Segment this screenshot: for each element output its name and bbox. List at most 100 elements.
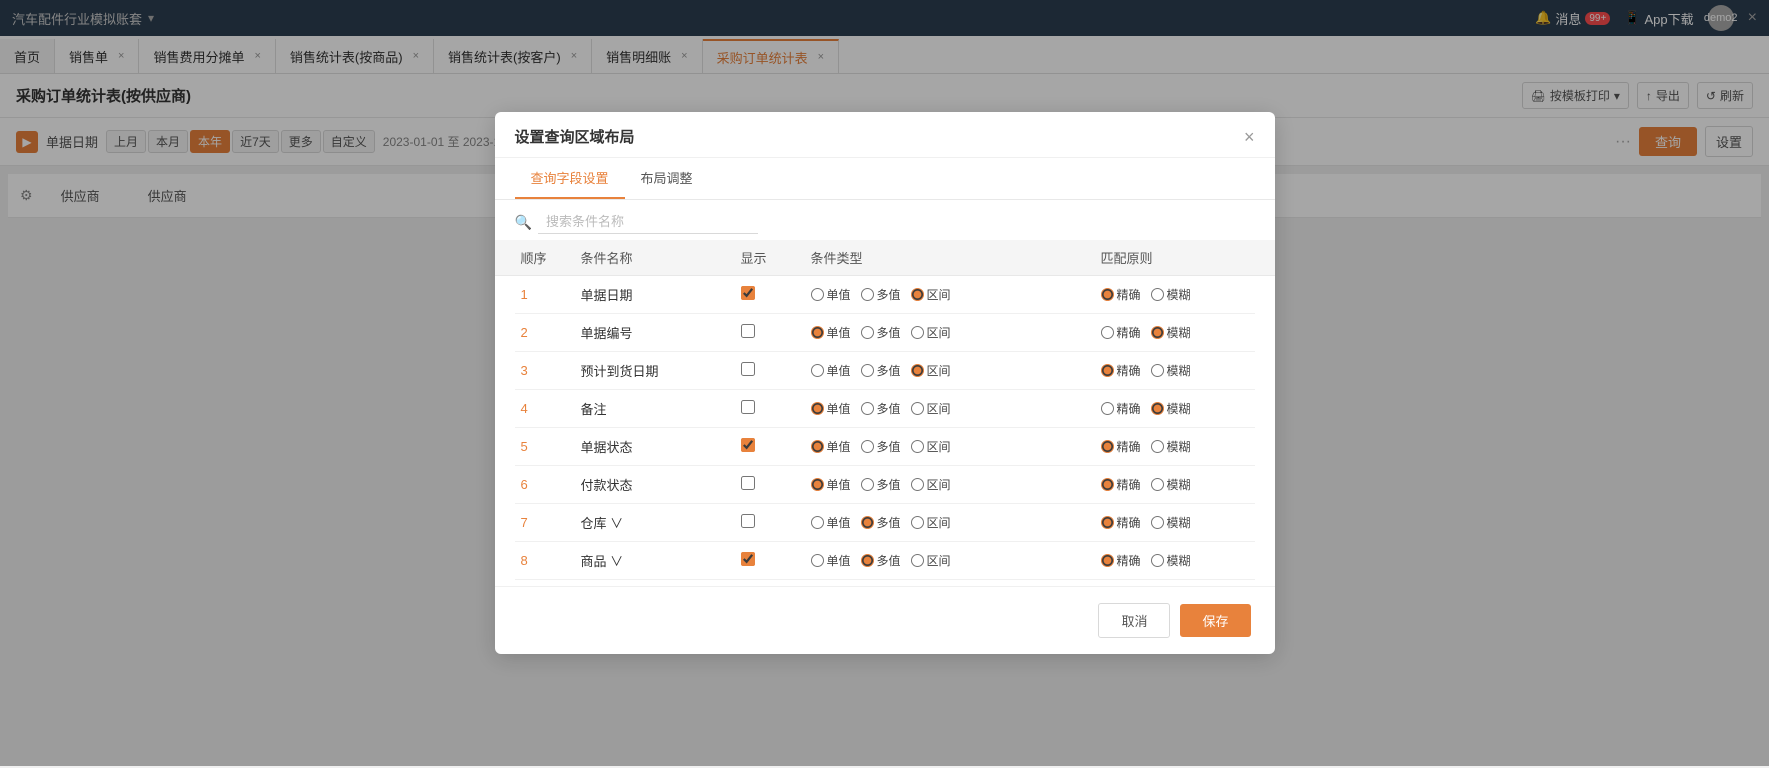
cell-order: 6 <box>515 471 575 498</box>
cell-display[interactable] <box>735 318 805 347</box>
radio-match-fuzzy[interactable]: 模糊 <box>1151 324 1191 341</box>
cell-name: 仓库 ∨ <box>575 507 735 538</box>
display-checkbox[interactable] <box>741 286 755 300</box>
radio-match-exact[interactable]: 精确 <box>1101 324 1141 341</box>
table-row: 4备注单值多值区间精确模糊 <box>515 390 1255 428</box>
cell-order: 2 <box>515 319 575 346</box>
cell-order: 3 <box>515 357 575 384</box>
cell-type: 单值多值区间 <box>805 432 1095 461</box>
radio-type-range[interactable]: 区间 <box>911 362 951 379</box>
table-row: 8商品 ∨单值多值区间精确模糊 <box>515 542 1255 580</box>
modal-search-bar: 🔍 <box>495 200 1275 240</box>
radio-match-fuzzy[interactable]: 模糊 <box>1151 286 1191 303</box>
radio-type-range[interactable]: 区间 <box>911 324 951 341</box>
radio-type-single[interactable]: 单值 <box>811 286 851 303</box>
radio-match-fuzzy[interactable]: 模糊 <box>1151 476 1191 493</box>
table-row: 1单据日期单值多值区间精确模糊 <box>515 276 1255 314</box>
display-checkbox[interactable] <box>741 438 755 452</box>
search-icon: 🔍 <box>515 214 532 231</box>
cell-match: 精确模糊 <box>1095 280 1255 309</box>
modal-table-header: 顺序 条件名称 显示 条件类型 匹配原则 <box>495 240 1275 276</box>
radio-type-single[interactable]: 单值 <box>811 514 851 531</box>
cell-display[interactable] <box>735 394 805 423</box>
display-checkbox[interactable] <box>741 362 755 376</box>
cell-display[interactable] <box>735 280 805 309</box>
modal-dialog: 设置查询区域布局 × 查询字段设置 布局调整 🔍 顺序 条件名称 显示 条件类型… <box>495 112 1275 654</box>
modal-tab-query-fields[interactable]: 查询字段设置 <box>515 158 625 199</box>
cell-name: 单据编号 <box>575 317 735 348</box>
cell-type: 单值多值区间 <box>805 394 1095 423</box>
modal-header: 设置查询区域布局 × <box>495 112 1275 158</box>
radio-type-multi[interactable]: 多值 <box>861 362 901 379</box>
cell-display[interactable] <box>735 356 805 385</box>
cell-display[interactable] <box>735 546 805 575</box>
radio-type-multi[interactable]: 多值 <box>861 552 901 569</box>
cell-order: 8 <box>515 547 575 574</box>
cell-type: 单值多值区间 <box>805 546 1095 575</box>
radio-type-single[interactable]: 单值 <box>811 362 851 379</box>
radio-match-exact[interactable]: 精确 <box>1101 438 1141 455</box>
cell-display[interactable] <box>735 508 805 537</box>
radio-match-fuzzy[interactable]: 模糊 <box>1151 514 1191 531</box>
cell-display[interactable] <box>735 432 805 461</box>
radio-type-single[interactable]: 单值 <box>811 552 851 569</box>
radio-type-multi[interactable]: 多值 <box>861 514 901 531</box>
radio-match-exact[interactable]: 精确 <box>1101 552 1141 569</box>
save-button[interactable]: 保存 <box>1180 604 1250 637</box>
cell-display[interactable] <box>735 470 805 499</box>
cell-type: 单值多值区间 <box>805 318 1095 347</box>
radio-match-fuzzy[interactable]: 模糊 <box>1151 362 1191 379</box>
search-input[interactable] <box>538 210 758 234</box>
cell-order: 4 <box>515 395 575 422</box>
cell-match: 精确模糊 <box>1095 508 1255 537</box>
modal-overlay: 设置查询区域布局 × 查询字段设置 布局调整 🔍 顺序 条件名称 显示 条件类型… <box>0 0 1769 766</box>
radio-type-multi[interactable]: 多值 <box>861 400 901 417</box>
col-header-display: 显示 <box>735 240 805 275</box>
radio-type-single[interactable]: 单值 <box>811 438 851 455</box>
cancel-button[interactable]: 取消 <box>1098 603 1170 638</box>
display-checkbox[interactable] <box>741 552 755 566</box>
col-header-match: 匹配原则 <box>1095 240 1255 275</box>
radio-type-multi[interactable]: 多值 <box>861 324 901 341</box>
radio-type-range[interactable]: 区间 <box>911 476 951 493</box>
modal-footer: 取消 保存 <box>495 586 1275 654</box>
col-header-type: 条件类型 <box>805 240 1095 275</box>
col-header-order: 顺序 <box>515 240 575 275</box>
radio-type-range[interactable]: 区间 <box>911 400 951 417</box>
cell-name: 付款状态 <box>575 469 735 500</box>
modal-tabs: 查询字段设置 布局调整 <box>495 158 1275 200</box>
display-checkbox[interactable] <box>741 476 755 490</box>
cell-order: 5 <box>515 433 575 460</box>
cell-match: 精确模糊 <box>1095 546 1255 575</box>
display-checkbox[interactable] <box>741 400 755 414</box>
radio-type-single[interactable]: 单值 <box>811 324 851 341</box>
modal-close-button[interactable]: × <box>1244 128 1255 146</box>
radio-match-exact[interactable]: 精确 <box>1101 476 1141 493</box>
radio-type-range[interactable]: 区间 <box>911 552 951 569</box>
cell-name: 单据状态 <box>575 431 735 462</box>
cell-type: 单值多值区间 <box>805 356 1095 385</box>
radio-type-single[interactable]: 单值 <box>811 476 851 493</box>
radio-match-fuzzy[interactable]: 模糊 <box>1151 400 1191 417</box>
radio-match-exact[interactable]: 精确 <box>1101 514 1141 531</box>
radio-type-single[interactable]: 单值 <box>811 400 851 417</box>
display-checkbox[interactable] <box>741 514 755 528</box>
cell-match: 精确模糊 <box>1095 470 1255 499</box>
radio-match-exact[interactable]: 精确 <box>1101 362 1141 379</box>
modal-tab-layout[interactable]: 布局调整 <box>625 158 709 199</box>
radio-match-exact[interactable]: 精确 <box>1101 400 1141 417</box>
display-checkbox[interactable] <box>741 324 755 338</box>
radio-type-range[interactable]: 区间 <box>911 438 951 455</box>
cell-order: 7 <box>515 509 575 536</box>
radio-type-range[interactable]: 区间 <box>911 514 951 531</box>
radio-type-multi[interactable]: 多值 <box>861 286 901 303</box>
radio-match-exact[interactable]: 精确 <box>1101 286 1141 303</box>
radio-type-range[interactable]: 区间 <box>911 286 951 303</box>
radio-match-fuzzy[interactable]: 模糊 <box>1151 552 1191 569</box>
cell-match: 精确模糊 <box>1095 318 1255 347</box>
cell-type: 单值多值区间 <box>805 470 1095 499</box>
radio-match-fuzzy[interactable]: 模糊 <box>1151 438 1191 455</box>
radio-type-multi[interactable]: 多值 <box>861 438 901 455</box>
cell-type: 单值多值区间 <box>805 508 1095 537</box>
radio-type-multi[interactable]: 多值 <box>861 476 901 493</box>
